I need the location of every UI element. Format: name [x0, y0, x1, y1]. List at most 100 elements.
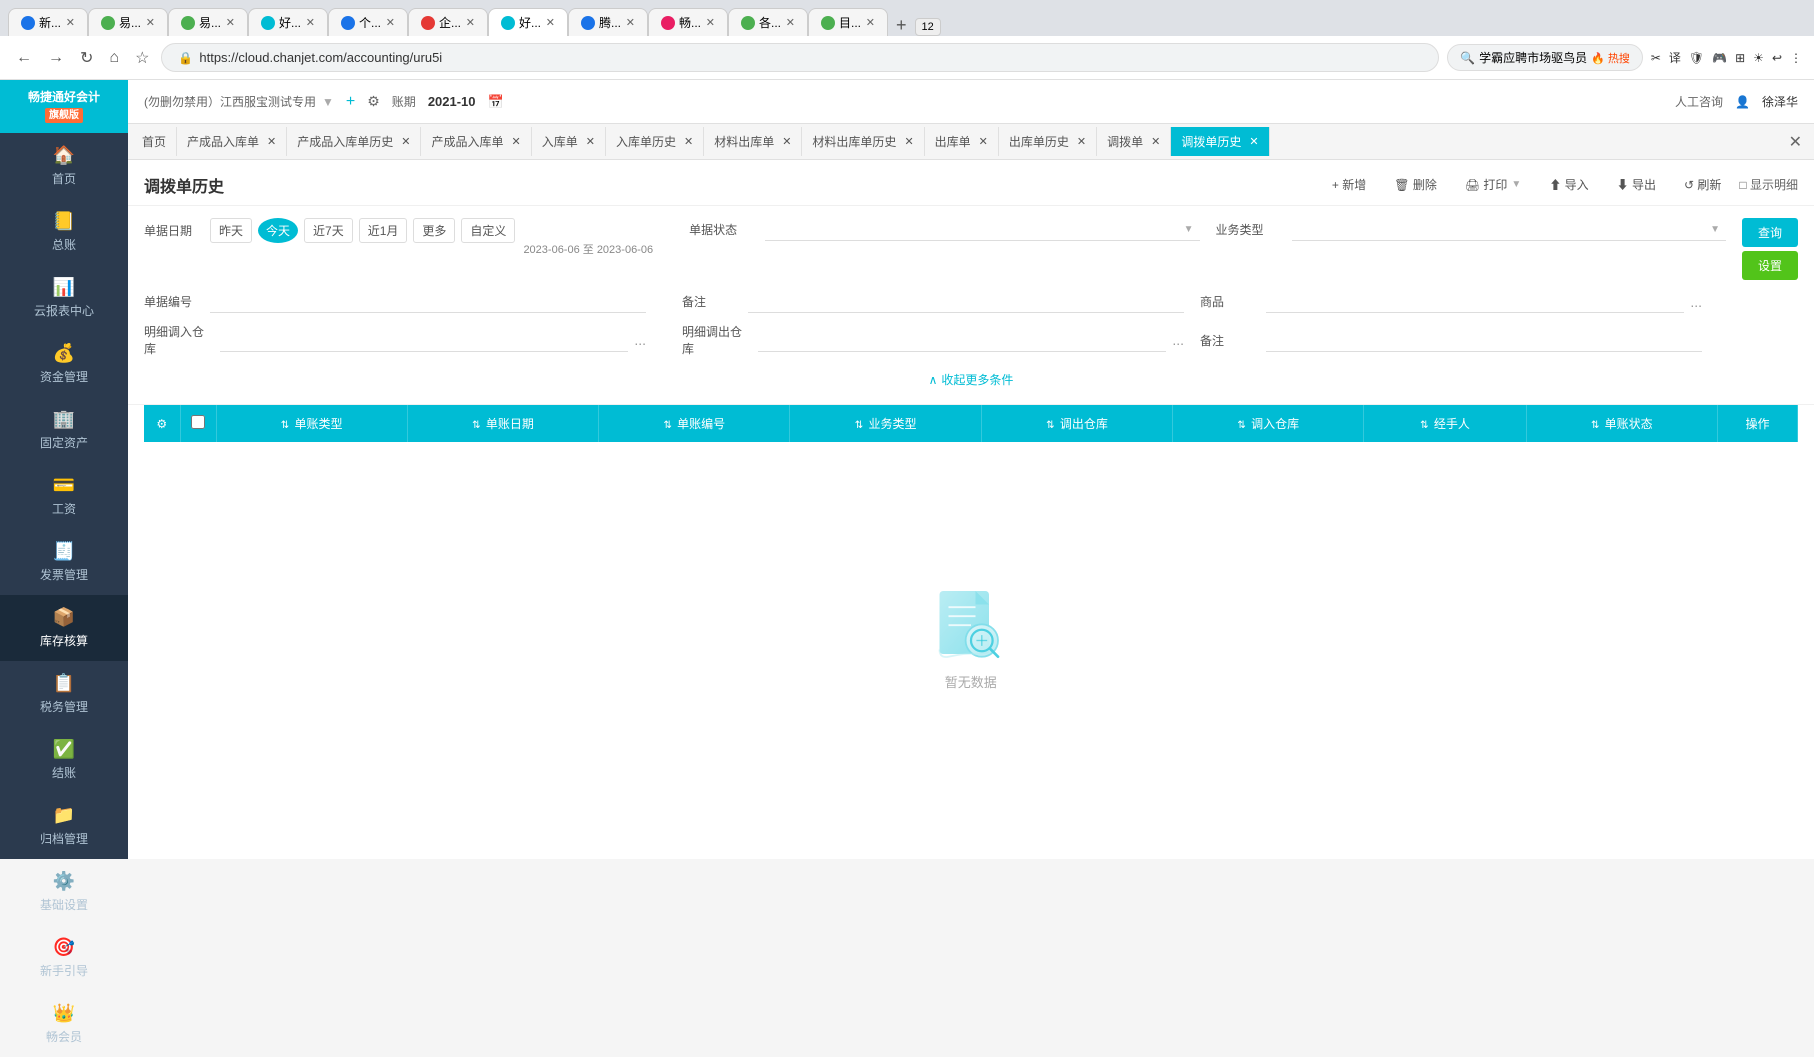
user-avatar[interactable]: 👤: [1735, 95, 1750, 109]
human-service[interactable]: 人工咨询: [1675, 93, 1723, 110]
filter-settings-button[interactable]: 设置: [1742, 251, 1798, 280]
sidebar-item-archive[interactable]: 📁 归档管理: [0, 793, 128, 859]
date-yesterday-btn[interactable]: 昨天: [210, 218, 252, 243]
biz-type-select[interactable]: [1292, 218, 1726, 240]
date-week-btn[interactable]: 近7天: [304, 218, 353, 243]
sidebar-item-home[interactable]: 🏠 首页: [0, 133, 128, 199]
gamepad-icon[interactable]: 🎮: [1712, 51, 1727, 65]
browser-tab-3[interactable]: 易... ✕: [168, 8, 248, 36]
status-select[interactable]: 草稿 已审核 已作废: [765, 218, 1199, 240]
tab-close-9[interactable]: ✕: [706, 16, 715, 29]
sidebar-item-settings[interactable]: ⚙️ 基础设置: [0, 859, 128, 925]
print-button[interactable]: 🖨 打印 ▼: [1455, 172, 1531, 197]
sidebar-item-invoice[interactable]: 🧾 发票管理: [0, 529, 128, 595]
page-tab-product-inbound-history[interactable]: 产成品入库单历史 ✕: [287, 127, 421, 156]
browser-tab-9[interactable]: 畅... ✕: [648, 8, 728, 36]
page-tab-material-outbound-close[interactable]: ✕: [782, 135, 791, 148]
tab-close-10[interactable]: ✕: [786, 16, 795, 29]
page-tab-material-outbound[interactable]: 材料出库单 ✕: [704, 127, 802, 156]
new-tab-button[interactable]: +: [888, 15, 915, 36]
browser-tab-6[interactable]: 企... ✕: [408, 8, 488, 36]
detail-out-more-icon[interactable]: ...: [1172, 332, 1184, 348]
page-tab-product-inbound[interactable]: 产成品入库单 ✕: [177, 127, 287, 156]
query-button[interactable]: 查询: [1742, 218, 1798, 247]
page-tab-outbound-close[interactable]: ✕: [979, 135, 988, 148]
page-tab-inbound[interactable]: 入库单 ✕: [532, 127, 606, 156]
th-out-warehouse[interactable]: ⇅ 调出仓库: [981, 405, 1172, 442]
detail-remark-input[interactable]: [1266, 329, 1702, 352]
page-tab-inbound-history-close[interactable]: ✕: [684, 135, 693, 148]
page-tab-home[interactable]: 首页: [132, 127, 177, 156]
company-selector[interactable]: (勿删勿禁用）江西服宝测试专用 ▼: [144, 93, 334, 110]
doc-no-input[interactable]: [210, 290, 646, 313]
export-button[interactable]: ⬇ 导出: [1607, 172, 1666, 197]
page-tab-outbound-history-close[interactable]: ✕: [1077, 135, 1086, 148]
close-all-tabs-button[interactable]: ✕: [1781, 132, 1810, 152]
browser-tab-10[interactable]: 各... ✕: [728, 8, 808, 36]
page-tab-transfer-history[interactable]: 调拨单历史 ✕: [1171, 127, 1269, 156]
collapse-filter-button[interactable]: ∧ 收起更多条件: [144, 367, 1798, 392]
address-bar[interactable]: 🔒 https://cloud.chanjet.com/accounting/u…: [161, 43, 1439, 72]
tab-close-3[interactable]: ✕: [226, 16, 235, 29]
th-handler[interactable]: ⇅ 经手人: [1364, 405, 1526, 442]
menu-icon[interactable]: ⋮: [1790, 51, 1802, 65]
date-today-btn[interactable]: 今天: [258, 218, 298, 243]
translate-icon[interactable]: 译: [1669, 49, 1681, 66]
scissors-icon[interactable]: ✂: [1651, 51, 1661, 65]
sidebar-item-guide[interactable]: 🎯 新手引导: [0, 925, 128, 991]
page-tab-outbound[interactable]: 出库单 ✕: [925, 127, 999, 156]
tab-close-5[interactable]: ✕: [386, 16, 395, 29]
back-button[interactable]: ←: [12, 45, 36, 71]
remark-input[interactable]: [748, 290, 1184, 313]
th-status[interactable]: ⇅ 单账状态: [1526, 405, 1717, 442]
sidebar-item-member[interactable]: 👑 畅会员: [0, 991, 128, 1057]
page-tab-inbound-history[interactable]: 入库单历史 ✕: [606, 127, 704, 156]
tab-close-4[interactable]: ✕: [306, 16, 315, 29]
forward-button[interactable]: →: [44, 45, 68, 71]
refresh-button[interactable]: ↻: [76, 44, 97, 72]
refresh-button-content[interactable]: ↺ 刷新: [1674, 172, 1731, 197]
product-input[interactable]: [1266, 290, 1684, 313]
grid-icon[interactable]: ⊞: [1735, 51, 1745, 65]
calendar-icon[interactable]: 📅: [488, 94, 504, 110]
browser-tab-2[interactable]: 易... ✕: [88, 8, 168, 36]
settings-gear-icon[interactable]: ⚙: [367, 93, 380, 110]
page-tab-material-outbound-history-close[interactable]: ✕: [904, 135, 913, 148]
date-month-btn[interactable]: 近1月: [359, 218, 408, 243]
biz-type-select-wrapper[interactable]: ▼: [1292, 218, 1726, 241]
th-in-warehouse[interactable]: ⇅ 调入仓库: [1173, 405, 1364, 442]
th-checkbox[interactable]: [180, 405, 216, 442]
page-tab-product-inbound2-close[interactable]: ✕: [512, 135, 521, 148]
date-more-btn[interactable]: 更多: [413, 218, 455, 243]
date-custom-btn[interactable]: 自定义: [461, 218, 515, 243]
sidebar-item-funds[interactable]: 💰 资金管理: [0, 331, 128, 397]
detail-in-more-icon[interactable]: ...: [634, 332, 646, 348]
sidebar-item-fixed-assets[interactable]: 🏢 固定资产: [0, 397, 128, 463]
browser-tab-4[interactable]: 好... ✕: [248, 8, 328, 36]
bookmark-button[interactable]: ☆: [131, 44, 153, 72]
gear-icon[interactable]: ⚙: [156, 417, 167, 431]
tab-close-7[interactable]: ✕: [546, 16, 555, 29]
home-button[interactable]: ⌂: [105, 45, 123, 71]
select-all-checkbox[interactable]: [191, 415, 205, 429]
page-tab-product-inbound2[interactable]: 产成品入库单 ✕: [421, 127, 531, 156]
th-gear[interactable]: ⚙: [144, 405, 180, 442]
sidebar-item-closing[interactable]: ✅ 结账: [0, 727, 128, 793]
browser-tab-1[interactable]: 新... ✕: [8, 8, 88, 36]
tab-close-8[interactable]: ✕: [626, 16, 635, 29]
show-cols-label[interactable]: □ 显示明细: [1739, 176, 1798, 193]
status-select-wrapper[interactable]: 草稿 已审核 已作废 ▼: [765, 218, 1199, 241]
page-tab-inbound-close[interactable]: ✕: [586, 135, 595, 148]
page-tab-transfer[interactable]: 调拨单 ✕: [1097, 127, 1171, 156]
detail-in-input[interactable]: [220, 329, 628, 352]
product-more-icon[interactable]: ...: [1690, 294, 1702, 310]
shield-icon[interactable]: 🛡: [1689, 51, 1704, 65]
browser-search-bar[interactable]: 🔍 学霸应聘市场驱鸟员 🔥 热搜: [1447, 44, 1643, 71]
tab-close-2[interactable]: ✕: [146, 16, 155, 29]
page-tab-transfer-history-close[interactable]: ✕: [1249, 135, 1258, 148]
tab-close-1[interactable]: ✕: [66, 16, 75, 29]
th-biz-type[interactable]: ⇅ 业务类型: [790, 405, 981, 442]
browser-tab-8[interactable]: 腾... ✕: [568, 8, 648, 36]
new-button[interactable]: + 新增: [1322, 172, 1376, 197]
undo-icon[interactable]: ↩: [1772, 51, 1782, 65]
